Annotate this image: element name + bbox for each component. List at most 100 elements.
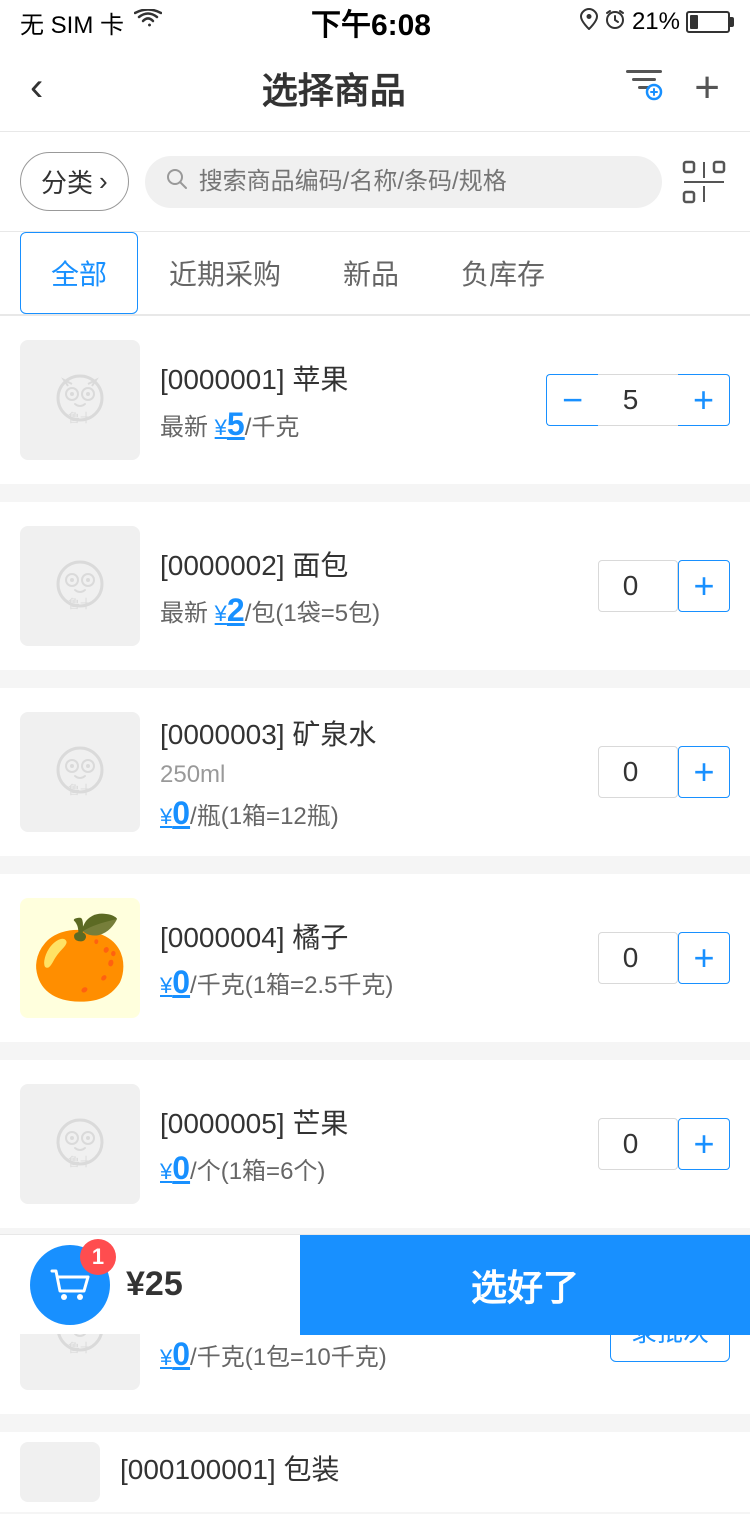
price-value: 0: [172, 964, 190, 1000]
price-unit: /千克: [245, 414, 300, 441]
product-price: ¥0/千克(1箱=2.5千克): [160, 964, 578, 1001]
product-info: [0000003] 矿泉水 250ml ¥0/瓶(1箱=12瓶): [160, 713, 578, 832]
product-name: [0000001] 苹果: [160, 358, 526, 398]
list-item: [000100001] 包装: [0, 1432, 750, 1512]
quantity-input[interactable]: [598, 560, 678, 612]
tab-new[interactable]: 新品: [312, 232, 430, 314]
product-price: ¥0/瓶(1箱=12瓶): [160, 795, 578, 832]
carrier-label: 无 SIM 卡: [20, 5, 124, 40]
page-title: 选择商品: [262, 62, 406, 114]
scan-button[interactable]: [678, 156, 730, 208]
product-name: [0000003] 矿泉水: [160, 713, 578, 753]
product-info: [0000002] 面包 最新 ¥2/包(1袋=5包): [160, 544, 578, 629]
bottom-bar: 1 ¥25 选好了: [0, 1234, 750, 1334]
category-button[interactable]: 分类 ›: [20, 152, 129, 211]
quantity-control: − +: [546, 374, 730, 426]
price-unit: /包(1袋=5包): [245, 600, 380, 627]
confirm-button[interactable]: 选好了: [300, 1235, 750, 1335]
cart-badge: 1: [80, 1239, 116, 1275]
search-input[interactable]: [199, 168, 642, 196]
category-chevron: ›: [99, 166, 108, 197]
wifi-icon: [134, 8, 162, 36]
product-price: 最新 ¥5/千克: [160, 406, 526, 443]
price-value: 0: [172, 795, 190, 831]
product-price: 最新 ¥2/包(1袋=5包): [160, 592, 578, 629]
quantity-control: +: [598, 1118, 730, 1170]
product-name: [0000005] 芒果: [160, 1102, 578, 1142]
product-info: [0000004] 橘子 ¥0/千克(1箱=2.5千克): [160, 916, 578, 1001]
quantity-input[interactable]: [598, 746, 678, 798]
price-unit: /千克(1箱=2.5千克): [190, 972, 393, 999]
cart-button[interactable]: 1: [30, 1245, 110, 1325]
price-label: 最新: [160, 600, 208, 627]
product-image: 鲁十: [20, 526, 140, 646]
quantity-input[interactable]: [598, 1118, 678, 1170]
quantity-increase-button[interactable]: +: [678, 1118, 730, 1170]
product-spec: 250ml: [160, 761, 578, 789]
alarm-icon: [604, 8, 626, 37]
filter-bar: 分类 ›: [0, 132, 750, 232]
status-left: 无 SIM 卡: [20, 5, 162, 40]
price-label: 最新: [160, 414, 208, 441]
product-info: [0000005] 芒果 ¥0/个(1箱=6个): [160, 1102, 578, 1187]
product-image: 🍊: [20, 898, 140, 1018]
price-unit: /个(1箱=6个): [190, 1158, 325, 1185]
product-info: [0000001] 苹果 最新 ¥5/千克: [160, 358, 526, 443]
product-image: 鲁十: [20, 340, 140, 460]
price-value: 0: [172, 1150, 190, 1186]
quantity-increase-button[interactable]: +: [678, 560, 730, 612]
tab-all[interactable]: 全部: [20, 232, 138, 314]
product-price: ¥0/个(1箱=6个): [160, 1150, 578, 1187]
price-unit: /瓶(1箱=12瓶): [190, 803, 339, 830]
quantity-decrease-button[interactable]: −: [546, 374, 598, 426]
quantity-control: +: [598, 746, 730, 798]
product-name: [0000004] 橘子: [160, 916, 578, 956]
product-image: 鲁十: [20, 712, 140, 832]
add-icon[interactable]: +: [694, 63, 720, 113]
location-icon: [580, 8, 598, 37]
tab-negative[interactable]: 负库存: [430, 232, 576, 314]
currency-symbol: ¥: [215, 415, 227, 440]
quantity-input[interactable]: [598, 374, 678, 426]
quantity-increase-button[interactable]: +: [678, 374, 730, 426]
nav-actions: +: [624, 63, 720, 113]
search-icon: [165, 166, 189, 198]
quantity-increase-button[interactable]: +: [678, 932, 730, 984]
currency-symbol: ¥: [160, 1159, 172, 1184]
svg-text:鲁十: 鲁十: [68, 1155, 92, 1169]
filter-icon[interactable]: [624, 66, 664, 109]
battery-percent: 21%: [632, 8, 680, 36]
product-name: [0000002] 面包: [160, 544, 578, 584]
currency-symbol: ¥: [160, 1345, 172, 1370]
cart-total: ¥25: [126, 1265, 183, 1304]
quantity-increase-button[interactable]: +: [678, 746, 730, 798]
battery-icon: [686, 11, 730, 33]
svg-text:鲁十: 鲁十: [68, 783, 92, 797]
status-bar: 无 SIM 卡 下午6:08 21%: [0, 0, 750, 44]
category-label: 分类: [41, 163, 93, 200]
search-bar[interactable]: [145, 156, 662, 208]
svg-text:鲁十: 鲁十: [68, 1341, 92, 1355]
status-time: 下午6:08: [311, 0, 431, 44]
list-item: 鲁十 [0000005] 芒果 ¥0/个(1箱=6个) +: [0, 1060, 750, 1228]
svg-text:鲁十: 鲁十: [68, 597, 92, 611]
currency-symbol: ¥: [215, 601, 227, 626]
product-price: ¥0/千克(1包=10千克): [160, 1336, 590, 1373]
nav-bar: ‹ 选择商品 +: [0, 44, 750, 132]
tab-recent[interactable]: 近期采购: [138, 232, 312, 314]
product-name: [000100001] 包装: [120, 1448, 730, 1488]
price-unit: /千克(1包=10千克): [190, 1344, 387, 1371]
currency-symbol: ¥: [160, 973, 172, 998]
status-right: 21%: [580, 8, 730, 37]
product-image: [20, 1442, 100, 1502]
quantity-control: +: [598, 560, 730, 612]
svg-text:鲁十: 鲁十: [68, 411, 92, 425]
quantity-input[interactable]: [598, 932, 678, 984]
quantity-control: +: [598, 932, 730, 984]
currency-symbol: ¥: [160, 804, 172, 829]
price-value: 2: [227, 592, 245, 628]
list-item: 鲁十 [0000002] 面包 最新 ¥2/包(1袋=5包) +: [0, 502, 750, 670]
price-value: 0: [172, 1336, 190, 1372]
list-item: 🍊 [0000004] 橘子 ¥0/千克(1箱=2.5千克) +: [0, 874, 750, 1042]
back-button[interactable]: ‹: [30, 65, 43, 110]
